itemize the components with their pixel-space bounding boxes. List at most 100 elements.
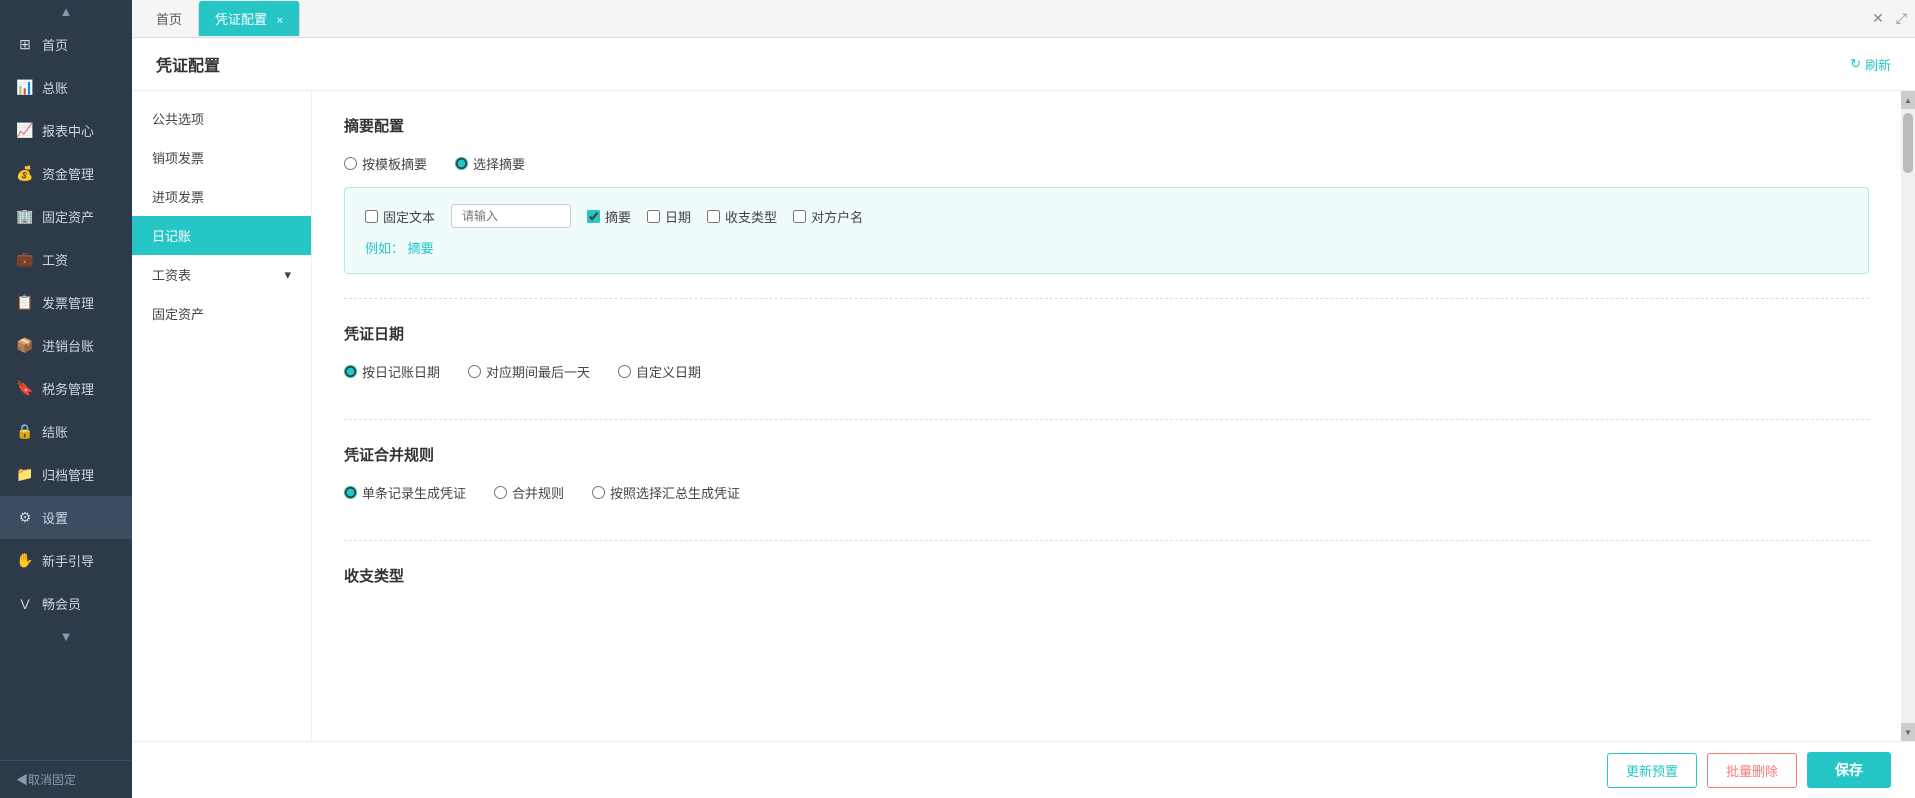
tab-home[interactable]: 首页 <box>140 1 199 36</box>
refresh-label: 刷新 <box>1865 55 1891 74</box>
scroll-down-btn[interactable]: ▼ <box>1901 723 1915 741</box>
window-controls: ✕ ⤢ <box>1872 10 1907 27</box>
sidebar-item-tax[interactable]: 🔖 税务管理 <box>0 367 132 410</box>
sidebar-item-member[interactable]: V 畅会员 <box>0 582 132 625</box>
left-nav: 公共选项 销项发票 进项发票 日记账 工资表 ▾ 固定资产 <box>132 91 312 741</box>
scroll-thumb[interactable] <box>1903 113 1913 173</box>
tab-voucher-config[interactable]: 凭证配置 × <box>199 1 300 36</box>
checkbox-income-type-label[interactable]: 收支类型 <box>707 207 777 226</box>
tab-close-btn[interactable]: × <box>277 15 283 27</box>
page-title: 凭证配置 <box>156 52 220 76</box>
radio-custom-date[interactable] <box>618 365 631 378</box>
window-maximize-btn[interactable]: ⤢ <box>1896 10 1907 27</box>
income-section: 收支类型 <box>344 565 1869 586</box>
window-close-btn[interactable]: ✕ <box>1872 10 1884 27</box>
radio-period-last-label[interactable]: 对应期间最后一天 <box>468 362 590 381</box>
sidebar-label-guide: 新手引导 <box>42 551 94 570</box>
sidebar-item-stock[interactable]: 📦 进销台账 <box>0 324 132 367</box>
nav-payroll[interactable]: 工资表 ▾ <box>132 255 311 294</box>
nav-journal-label: 日记账 <box>152 226 191 245</box>
sidebar-scroll-up[interactable]: ▲ <box>0 0 132 23</box>
bottom-bar: 更新预置 批量删除 保存 <box>132 741 1915 798</box>
date-label: 日期 <box>665 207 691 226</box>
radio-single[interactable] <box>344 486 357 499</box>
radio-select-input[interactable] <box>455 157 468 170</box>
checkbox-date[interactable] <box>647 210 660 223</box>
radio-template-input[interactable] <box>344 157 357 170</box>
body-split: 公共选项 销项发票 进项发票 日记账 工资表 ▾ 固定资产 <box>132 91 1915 741</box>
sidebar-scroll-down[interactable]: ▼ <box>0 625 132 648</box>
checkbox-counterpart-label[interactable]: 对方户名 <box>793 207 863 226</box>
member-icon: V <box>16 596 34 612</box>
sidebar-item-archive[interactable]: 📁 归档管理 <box>0 453 132 496</box>
date-section: 凭证日期 按日记账日期 对应期间最后一天 <box>344 323 1869 420</box>
ledger-icon: 📊 <box>16 79 34 96</box>
checkbox-date-label[interactable]: 日期 <box>647 207 691 226</box>
example-prefix: 例如： <box>365 241 404 256</box>
radio-by-select[interactable] <box>592 486 605 499</box>
scroll-up-btn[interactable]: ▲ <box>1901 91 1915 109</box>
income-title: 收支类型 <box>344 565 1869 586</box>
radio-journal-date-label[interactable]: 按日记账日期 <box>344 362 440 381</box>
summary-config-box: 固定文本 摘要 日期 <box>344 187 1869 274</box>
sidebar: ▲ ⊞ 首页 📊 总账 📈 报表中心 💰 资金管理 🏢 固定资产 💼 工资 📋 … <box>0 0 132 798</box>
sidebar-item-home[interactable]: ⊞ 首页 <box>0 23 132 66</box>
nav-public[interactable]: 公共选项 <box>132 99 311 138</box>
checkbox-abstract-label[interactable]: 摘要 <box>587 207 631 226</box>
income-type-label: 收支类型 <box>725 207 777 226</box>
radio-single-label[interactable]: 单条记录生成凭证 <box>344 483 466 502</box>
radio-select-summary[interactable]: 选择摘要 <box>455 154 525 173</box>
nav-journal[interactable]: 日记账 <box>132 216 311 255</box>
sidebar-label-report: 报表中心 <box>42 121 94 140</box>
sidebar-label-close: 结账 <box>42 422 68 441</box>
sidebar-item-salary[interactable]: 💼 工资 <box>0 238 132 281</box>
sidebar-item-close[interactable]: 🔒 结账 <box>0 410 132 453</box>
refresh-button[interactable]: ↻ 刷新 <box>1850 55 1891 74</box>
nav-fixed-asset[interactable]: 固定资产 <box>132 294 311 333</box>
radio-by-select-label[interactable]: 按照选择汇总生成凭证 <box>592 483 740 502</box>
report-icon: 📈 <box>16 122 34 139</box>
checkbox-income-type[interactable] <box>707 210 720 223</box>
sidebar-item-fund[interactable]: 💰 资金管理 <box>0 152 132 195</box>
radio-custom-date-text: 自定义日期 <box>636 362 701 381</box>
nav-fixed-asset-label: 固定资产 <box>152 304 204 323</box>
summary-options-row: 固定文本 摘要 日期 <box>365 204 1848 228</box>
radio-template-summary[interactable]: 按模板摘要 <box>344 154 427 173</box>
sidebar-pin-toggle[interactable]: ◀取消固定 <box>0 760 132 798</box>
nav-purchase[interactable]: 进项发票 <box>132 177 311 216</box>
right-content: 摘要配置 按模板摘要 选择摘要 <box>312 91 1901 741</box>
sidebar-item-guide[interactable]: ✋ 新手引导 <box>0 539 132 582</box>
radio-merge[interactable] <box>494 486 507 499</box>
nav-sales[interactable]: 销项发票 <box>132 138 311 177</box>
radio-period-last-text: 对应期间最后一天 <box>486 362 590 381</box>
sidebar-item-settings[interactable]: ⚙ 设置 <box>0 496 132 539</box>
checkbox-fixed-text[interactable] <box>365 210 378 223</box>
checkbox-fixed-text-label[interactable]: 固定文本 <box>365 207 435 226</box>
close-ledger-icon: 🔒 <box>16 423 34 440</box>
settings-icon: ⚙ <box>16 509 34 526</box>
summary-radio-group: 按模板摘要 选择摘要 <box>344 154 1869 173</box>
sidebar-item-report[interactable]: 📈 报表中心 <box>0 109 132 152</box>
radio-custom-date-label[interactable]: 自定义日期 <box>618 362 701 381</box>
radio-journal-date[interactable] <box>344 365 357 378</box>
fixed-text-input[interactable] <box>451 204 571 228</box>
sidebar-label-tax: 税务管理 <box>42 379 94 398</box>
tax-icon: 🔖 <box>16 380 34 397</box>
sidebar-item-asset[interactable]: 🏢 固定资产 <box>0 195 132 238</box>
radio-period-last[interactable] <box>468 365 481 378</box>
checkbox-counterpart[interactable] <box>793 210 806 223</box>
sidebar-item-invoice[interactable]: 📋 发票管理 <box>0 281 132 324</box>
page-header: 凭证配置 ↻ 刷新 <box>132 38 1915 91</box>
sidebar-label-settings: 设置 <box>42 508 68 527</box>
radio-merge-label[interactable]: 合并规则 <box>494 483 564 502</box>
refresh-icon: ↻ <box>1850 56 1861 72</box>
sidebar-label-fund: 资金管理 <box>42 164 94 183</box>
sidebar-label-archive: 归档管理 <box>42 465 94 484</box>
main-area: 首页 凭证配置 × ✕ ⤢ 凭证配置 ↻ 刷新 公共选项 <box>132 0 1915 798</box>
batch-delete-button[interactable]: 批量删除 <box>1707 753 1797 788</box>
update-preview-button[interactable]: 更新预置 <box>1607 753 1697 788</box>
save-button[interactable]: 保存 <box>1807 752 1891 788</box>
checkbox-abstract[interactable] <box>587 210 600 223</box>
home-icon: ⊞ <box>16 36 34 53</box>
sidebar-item-ledger[interactable]: 📊 总账 <box>0 66 132 109</box>
